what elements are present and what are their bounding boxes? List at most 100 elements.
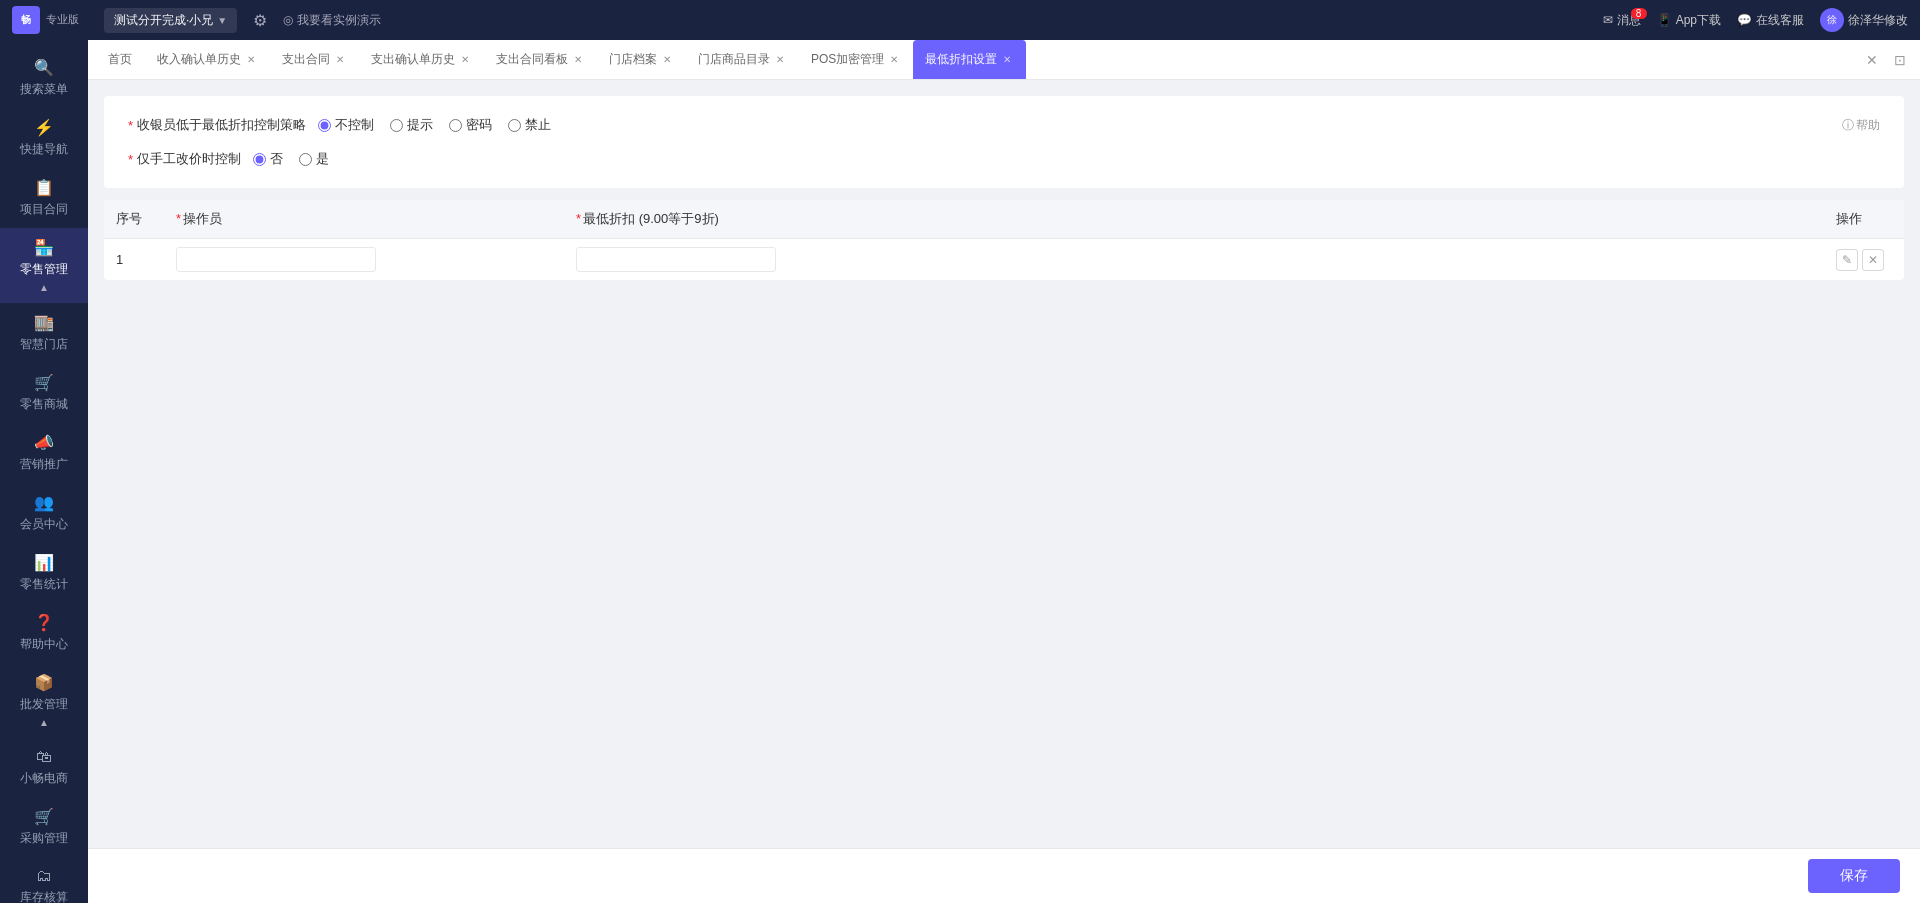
sidebar-item-inventory[interactable]: 🗂库存核算: [0, 857, 88, 903]
tab-payment-confirm[interactable]: 支出确认单历史 ✕: [359, 40, 484, 80]
tab-label-payment-confirm: 支出确认单历史: [371, 51, 455, 68]
tab-close-store-archive[interactable]: ✕: [661, 52, 673, 67]
tab-payment-board[interactable]: 支出合同看板✕: [484, 40, 597, 80]
tab-close-store-goods[interactable]: ✕: [774, 52, 786, 67]
sidebar-icon-marketing: 📣: [34, 433, 54, 452]
tab-label-store-goods: 门店商品目录: [698, 51, 770, 68]
sidebar-label-wholesale: 批发管理: [20, 696, 68, 713]
help-link[interactable]: ⓘ 帮助: [1842, 117, 1880, 134]
delete-row-btn-0[interactable]: ✕: [1862, 249, 1884, 271]
tab-label-home: 首页: [108, 51, 132, 68]
tab-store-archive[interactable]: 门店档案✕: [597, 40, 686, 80]
sidebar-item-wholesale[interactable]: 📦 批发管理 ▲: [0, 663, 88, 738]
sidebar-item-shortcut[interactable]: ⚡快捷导航: [0, 108, 88, 168]
messages-badge: 8: [1631, 8, 1647, 19]
bottom-bar: 保存: [88, 848, 1920, 903]
chevron-icon: ▲: [39, 717, 49, 728]
tab-close-min-discount[interactable]: ✕: [1001, 52, 1013, 67]
col-header-actions: 操作: [1824, 200, 1904, 239]
tab-close-payment-contract[interactable]: ✕: [334, 52, 346, 67]
sidebar-item-retail-stats[interactable]: 📊零售统计: [0, 543, 88, 603]
sidebar-icon-wholesale: 📦: [34, 673, 54, 692]
save-button[interactable]: 保存: [1808, 859, 1900, 893]
tab-close-payment-board[interactable]: ✕: [572, 52, 584, 67]
tab-bar-end: ✕ ⊡: [1860, 48, 1912, 72]
manual-radio-label-yes: 是: [316, 150, 329, 168]
discount-input-0[interactable]: [576, 247, 776, 272]
tab-close-income-confirm[interactable]: ✕: [245, 52, 257, 67]
tab-store-goods[interactable]: 门店商品目录 ✕: [686, 40, 799, 80]
manual-radio-no[interactable]: [253, 153, 266, 166]
message-icon: ✉: [1603, 13, 1613, 27]
app-download-label: App下载: [1676, 12, 1721, 29]
sidebar-icon-help-center: ❓: [34, 613, 54, 632]
control-option-no_control[interactable]: 不控制: [318, 116, 374, 134]
close-tab-btn[interactable]: ✕: [1860, 48, 1884, 72]
control-option-password[interactable]: 密码: [449, 116, 492, 134]
control-radio-password[interactable]: [449, 119, 462, 132]
tab-income-confirm[interactable]: 收入确认单历史 ✕: [145, 40, 270, 80]
sidebar-item-retail-mall[interactable]: 🛒零售商城: [0, 363, 88, 423]
edit-row-btn-0[interactable]: ✎: [1836, 249, 1858, 271]
col-header-seq: 序号: [104, 200, 164, 239]
topbar-settings-icon[interactable]: ⚙: [249, 7, 271, 34]
table-card: 序号*操作员*最低折扣 (9.00等于9折)操作 1 ✎ ✕: [104, 200, 1904, 280]
tab-close-pos-password[interactable]: ✕: [888, 52, 900, 67]
control-radio-no_control[interactable]: [318, 119, 331, 132]
sidebar-label-project: 项目合同: [20, 201, 68, 218]
control-radio-remind[interactable]: [390, 119, 403, 132]
sidebar-item-project[interactable]: 📋项目合同: [0, 168, 88, 228]
control-radio-forbid[interactable]: [508, 119, 521, 132]
operator-input-0[interactable]: [176, 247, 376, 272]
sidebar-icon-ecommerce: 🛍: [36, 748, 52, 766]
control-option-forbid[interactable]: 禁止: [508, 116, 551, 134]
cell-operator-0[interactable]: [164, 239, 564, 281]
top-bar: 畅 专业版 测试分开完成·小兄 ▼ ⚙ ◎ 我要看实例演示 ✉ 消息 8 📱 A…: [0, 0, 1920, 40]
help-label: 帮助: [1856, 117, 1880, 134]
tab-close-payment-confirm[interactable]: ✕: [459, 52, 471, 67]
sidebar-label-retail-stats: 零售统计: [20, 576, 68, 593]
sidebar-item-help-center[interactable]: ❓帮助中心: [0, 603, 88, 663]
sidebar-item-search[interactable]: 🔍搜索菜单: [0, 48, 88, 108]
manual-radio-yes[interactable]: [299, 153, 312, 166]
app-download-button[interactable]: 📱 App下载: [1657, 12, 1721, 29]
sidebar-item-smart-store[interactable]: 🏬智慧门店: [0, 303, 88, 363]
manual-radio-label-no: 否: [270, 150, 283, 168]
help-icon: ⓘ: [1842, 117, 1854, 134]
expand-tab-btn[interactable]: ⊡: [1888, 48, 1912, 72]
manual-option-yes[interactable]: 是: [299, 150, 329, 168]
tab-pos-password[interactable]: POS加密管理✕: [799, 40, 913, 80]
online-service-button[interactable]: 💬 在线客服: [1737, 12, 1804, 29]
sidebar-label-retail-mall: 零售商城: [20, 396, 68, 413]
tab-payment-contract[interactable]: 支出合同 ✕: [270, 40, 359, 80]
sidebar-item-member[interactable]: 👥会员中心: [0, 483, 88, 543]
sidebar-item-retail[interactable]: 🏪零售管理▲: [0, 228, 88, 303]
control-strategy-radio-group: 不控制提示 密码 禁止: [318, 116, 551, 134]
user-menu[interactable]: 徐 徐泽华修改: [1820, 8, 1908, 32]
control-radio-label-password: 密码: [466, 116, 492, 134]
logo-area: 畅 专业版: [12, 6, 92, 34]
sidebar-label-member: 会员中心: [20, 516, 68, 533]
sidebar-item-ecommerce[interactable]: 🛍小畅电商: [0, 738, 88, 797]
chevron-icon: ▲: [39, 282, 49, 293]
tab-min-discount[interactable]: 最低折扣设置 ✕: [913, 40, 1026, 80]
control-option-remind[interactable]: 提示: [390, 116, 433, 134]
tab-home[interactable]: 首页: [96, 40, 145, 80]
tab-label-min-discount: 最低折扣设置: [925, 51, 997, 68]
tab-label-income-confirm: 收入确认单历史: [157, 51, 241, 68]
project-selector[interactable]: 测试分开完成·小兄 ▼: [104, 8, 237, 33]
demo-link[interactable]: ◎ 我要看实例演示: [283, 12, 381, 29]
sidebar-item-purchase[interactable]: 🛒采购管理: [0, 797, 88, 857]
manual-option-no[interactable]: 否: [253, 150, 283, 168]
sidebar-label-purchase: 采购管理: [20, 830, 68, 847]
project-name: 测试分开完成·小兄: [114, 12, 213, 29]
demo-link-label: 我要看实例演示: [297, 12, 381, 29]
sidebar-label-inventory: 库存核算: [20, 889, 68, 903]
topbar-right: ✉ 消息 8 📱 App下载 💬 在线客服 徐 徐泽华修改: [1603, 8, 1908, 32]
table-row: 1 ✎ ✕: [104, 239, 1904, 281]
cell-discount-0[interactable]: [564, 239, 1824, 281]
sidebar-item-marketing[interactable]: 📣营销推广: [0, 423, 88, 483]
control-radio-label-forbid: 禁止: [525, 116, 551, 134]
messages-button[interactable]: ✉ 消息 8: [1603, 12, 1641, 29]
tab-label-payment-contract: 支出合同: [282, 51, 330, 68]
